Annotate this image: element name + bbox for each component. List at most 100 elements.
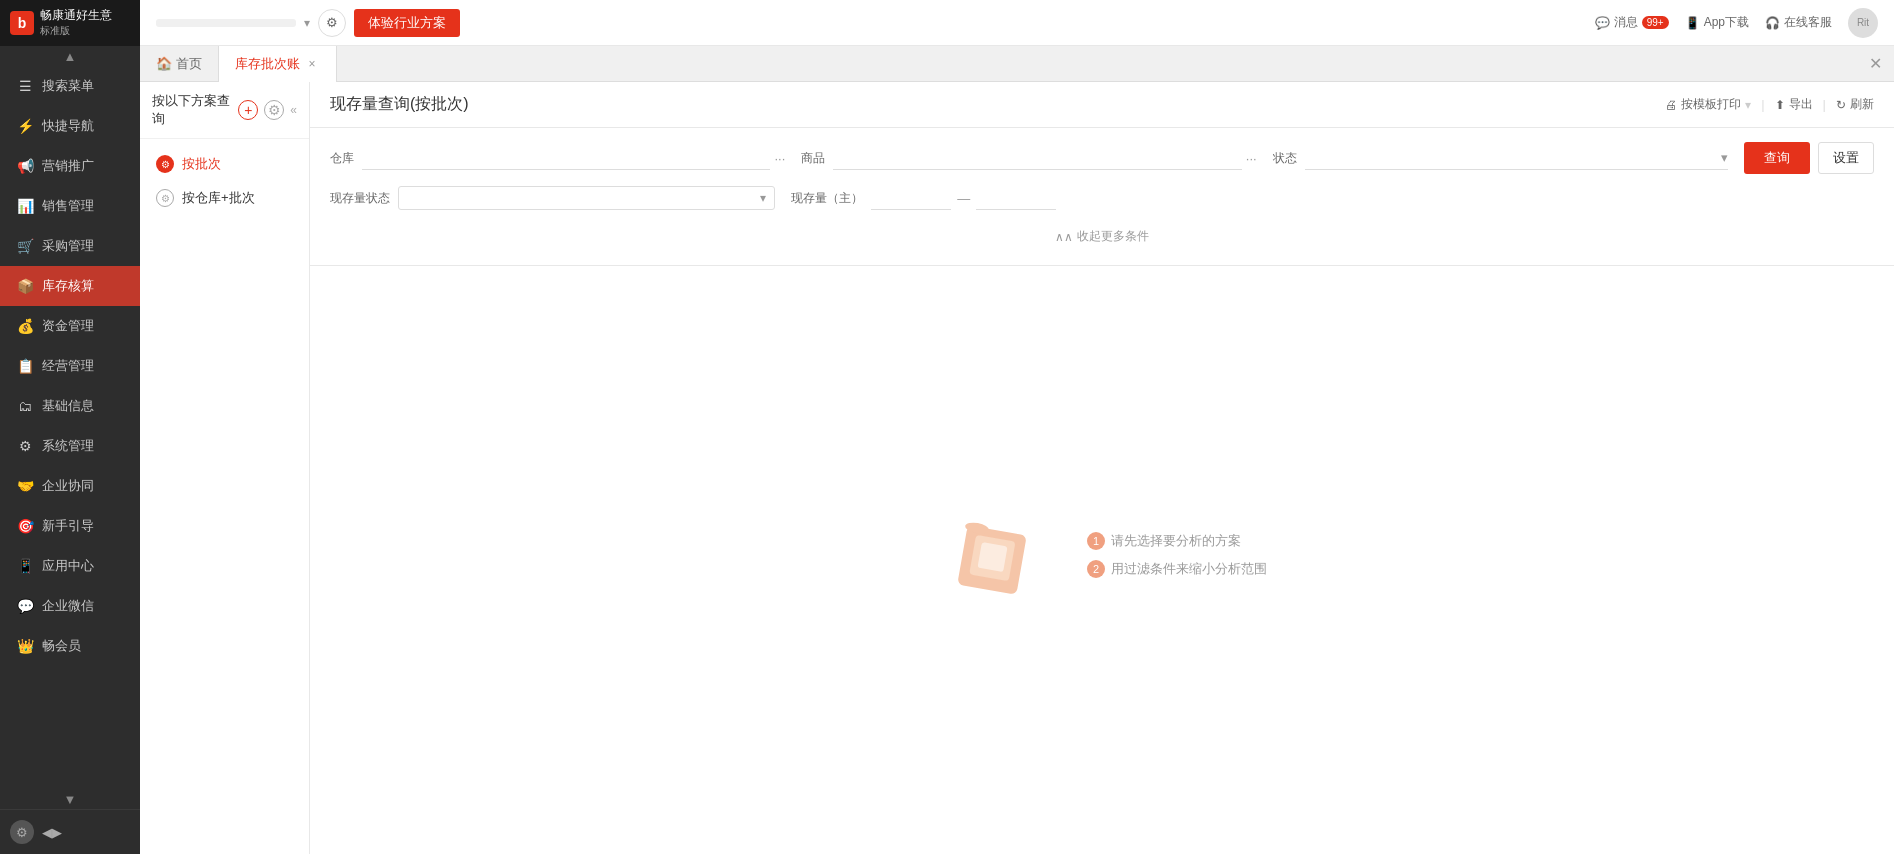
toggle-icon: ◀▶	[42, 825, 62, 840]
refresh-label: 刷新	[1850, 96, 1874, 113]
sidebar-scroll-up[interactable]: ▲	[0, 46, 140, 66]
sidebar-item-basics[interactable]: 🗂 基础信息	[0, 386, 140, 426]
hint-num-1: 1	[1087, 532, 1105, 550]
main-area: ▾ ⚙ 体验行业方案 💬 消息 99+ 📱 App下载 🎧 在线客服 Rit	[140, 0, 1894, 854]
enterprise-icon: 🤝	[16, 477, 34, 495]
filter-settings-btn[interactable]: 设置	[1818, 142, 1874, 174]
sidebar-item-quick-nav[interactable]: ⚡ 快捷导航	[0, 106, 140, 146]
export-label: 导出	[1789, 96, 1813, 113]
plus-icon: +	[244, 102, 252, 118]
status-arrow: ▾	[1721, 150, 1728, 165]
sidebar-item-operations[interactable]: 📋 经营管理	[0, 346, 140, 386]
tab-close-btn[interactable]: ×	[304, 56, 320, 72]
sidebar-item-membership[interactable]: 👑 畅会员	[0, 626, 140, 666]
stock-status-select[interactable]: ▾	[398, 186, 775, 210]
filter-buttons: 查询 设置	[1744, 142, 1874, 174]
stock-qty-dash: —	[957, 191, 970, 206]
sidebar-item-purchase[interactable]: 🛒 采购管理	[0, 226, 140, 266]
product-input[interactable]	[833, 147, 1241, 170]
scheme-label: 按仓库+批次	[182, 189, 255, 207]
app-download-btn[interactable]: 📱 App下载	[1685, 14, 1749, 31]
sidebar-item-label: 企业微信	[42, 597, 94, 615]
sidebar-item-label: 搜索菜单	[42, 77, 94, 95]
hint-num-2: 2	[1087, 560, 1105, 578]
filter-area: 仓库 ··· 商品 ··· 状态 ▾	[310, 128, 1894, 266]
topbar-dropdown[interactable]: ▾	[304, 16, 310, 30]
app-name: 畅康通好生意	[40, 8, 112, 24]
home-icon: 🏠	[156, 56, 172, 71]
dropdown-icon: ▾	[304, 16, 310, 30]
export-btn[interactable]: ⬆ 导出	[1775, 96, 1813, 113]
topbar-search-area[interactable]	[156, 19, 296, 27]
sidebar-toggle-btn[interactable]: ◀▶	[42, 825, 62, 840]
sidebar-item-inventory[interactable]: 📦 库存核算	[0, 266, 140, 306]
scheme-settings-btn[interactable]: ⚙	[264, 100, 284, 120]
page-actions: 🖨 按模板打印 ▾ | ⬆ 导出 | ↻ 刷新	[1665, 96, 1874, 113]
tab-inventory-batch-label: 库存批次账	[235, 55, 300, 73]
sidebar-item-enterprise[interactable]: 🤝 企业协同	[0, 466, 140, 506]
svg-rect-2	[977, 542, 1007, 572]
collapse-up-icon: ∧∧	[1055, 230, 1073, 244]
export-icon: ⬆	[1775, 98, 1785, 112]
sidebar-settings-btn[interactable]: ⚙	[10, 820, 34, 844]
sidebar-item-wechat[interactable]: 💬 企业微信	[0, 586, 140, 626]
wechat-icon: 💬	[16, 597, 34, 615]
page-title: 现存量查询(按批次)	[330, 94, 469, 115]
sidebar-item-label: 销售管理	[42, 197, 94, 215]
topbar: ▾ ⚙ 体验行业方案 💬 消息 99+ 📱 App下载 🎧 在线客服 Rit	[140, 0, 1894, 46]
user-avatar[interactable]: Rit	[1848, 8, 1878, 38]
divider-2: |	[1823, 97, 1826, 112]
close-all-tabs-btn[interactable]: ✕	[1869, 54, 1882, 73]
search-menu-icon: ☰	[16, 77, 34, 95]
marketing-icon: 📢	[16, 157, 34, 175]
scheme-item-by-warehouse-batch[interactable]: ⚙ 按仓库+批次	[140, 181, 309, 215]
status-select[interactable]: ▾	[1305, 146, 1728, 170]
stock-qty-field: 现存量（主） —	[791, 187, 1236, 210]
tab-inventory-batch[interactable]: 库存批次账 ×	[219, 46, 337, 82]
mobile-icon: 📱	[1685, 16, 1700, 30]
sidebar-scroll-down[interactable]: ▼	[0, 789, 140, 809]
refresh-btn[interactable]: ↻ 刷新	[1836, 96, 1874, 113]
warehouse-input[interactable]	[362, 147, 770, 170]
messages-btn[interactable]: 💬 消息 99+	[1595, 14, 1669, 31]
experience-btn[interactable]: 体验行业方案	[354, 9, 460, 37]
stock-qty-range: —	[871, 187, 1056, 210]
avatar-text: Rit	[1857, 17, 1869, 28]
scheme-item-by-batch[interactable]: ⚙ 按批次	[140, 147, 309, 181]
sidebar-item-new-guide[interactable]: 🎯 新手引导	[0, 506, 140, 546]
warehouse-dots[interactable]: ···	[774, 151, 785, 166]
divider-1: |	[1761, 97, 1764, 112]
query-btn[interactable]: 查询	[1744, 142, 1810, 174]
product-dots[interactable]: ···	[1246, 151, 1257, 166]
add-scheme-btn[interactable]: +	[238, 100, 258, 120]
sidebar-item-marketing[interactable]: 📢 营销推广	[0, 146, 140, 186]
sidebar-item-label: 基础信息	[42, 397, 94, 415]
empty-state-icon	[937, 500, 1057, 620]
content-area: 按以下方案查询 + ⚙ « ⚙ 按批次	[140, 82, 1894, 854]
stock-qty-max[interactable]	[976, 187, 1056, 210]
inventory-icon: 📦	[16, 277, 34, 295]
app-center-icon: 📱	[16, 557, 34, 575]
chevron-up-icon: ▲	[64, 49, 77, 64]
sidebar-item-search-menu[interactable]: ☰ 搜索菜单	[0, 66, 140, 106]
sidebar-item-label: 库存核算	[42, 277, 94, 295]
online-service-btn[interactable]: 🎧 在线客服	[1765, 14, 1832, 31]
tab-home[interactable]: 🏠 首页	[140, 46, 219, 82]
message-icon: 💬	[1595, 16, 1610, 30]
filter-row-1: 仓库 ··· 商品 ··· 状态 ▾	[330, 142, 1874, 174]
sidebar-item-system[interactable]: ⚙ 系统管理	[0, 426, 140, 466]
topbar-gear-button[interactable]: ⚙	[318, 9, 346, 37]
sidebar-item-finance[interactable]: 💰 资金管理	[0, 306, 140, 346]
sidebar-item-app-center[interactable]: 📱 应用中心	[0, 546, 140, 586]
sidebar-item-label: 经营管理	[42, 357, 94, 375]
collapse-row[interactable]: ∧∧ 收起更多条件	[330, 222, 1874, 251]
sidebar-item-label: 畅会员	[42, 637, 81, 655]
left-panel-collapse-btn[interactable]: «	[290, 103, 297, 117]
print-btn[interactable]: 🖨 按模板打印 ▾	[1665, 96, 1751, 113]
sidebar-logo: b	[10, 11, 34, 35]
messages-badge: 99+	[1642, 16, 1669, 29]
sidebar-item-sales[interactable]: 📊 销售管理	[0, 186, 140, 226]
stock-qty-min[interactable]	[871, 187, 951, 210]
stock-status-label: 现存量状态	[330, 190, 390, 207]
topbar-right: 💬 消息 99+ 📱 App下载 🎧 在线客服 Rit	[1595, 8, 1878, 38]
